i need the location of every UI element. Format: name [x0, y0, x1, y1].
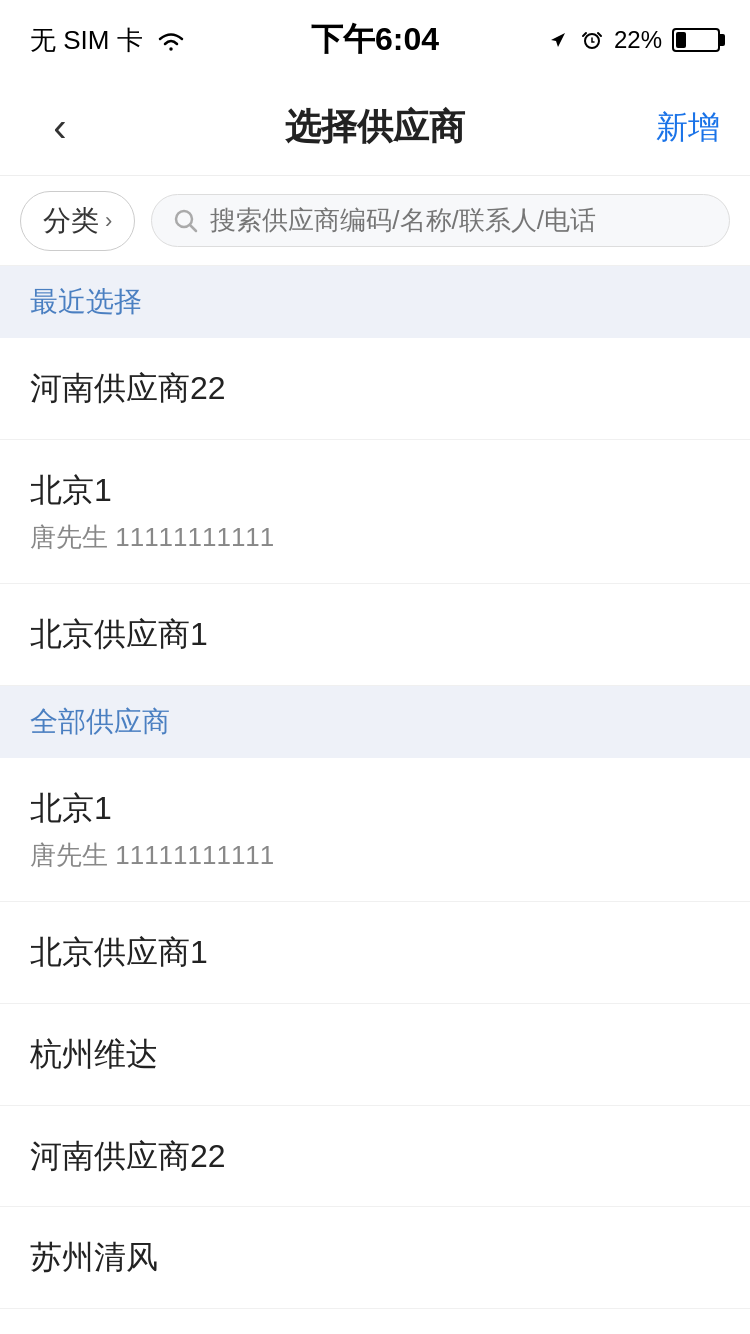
item-name: 杭州维达: [30, 1032, 720, 1077]
item-name: 北京1: [30, 468, 720, 513]
search-box[interactable]: [151, 194, 730, 247]
all-section-label: 全部供应商: [30, 703, 170, 741]
status-right: 22%: [546, 26, 720, 54]
item-name: 北京1: [30, 786, 720, 831]
recent-section-label: 最近选择: [30, 283, 142, 321]
wifi-icon: [153, 27, 189, 53]
search-icon: [172, 207, 200, 235]
list-item[interactable]: 苏州清风: [0, 1207, 750, 1309]
item-sub: 唐先生 11111111111: [30, 837, 720, 873]
list-item[interactable]: 河南供应商22: [0, 1106, 750, 1208]
filter-bar: 分类 ›: [0, 176, 750, 266]
item-name: 河南供应商22: [30, 1134, 720, 1179]
status-left: 无 SIM 卡: [30, 23, 189, 58]
location-icon: [546, 28, 570, 52]
all-section-header: 全部供应商: [0, 686, 750, 758]
battery-icon: [672, 28, 720, 52]
item-sub: 唐先生 11111111111: [30, 519, 720, 555]
recent-section-header: 最近选择: [0, 266, 750, 338]
battery-percent: 22%: [614, 26, 662, 54]
list-item[interactable]: 河南供应商22: [0, 338, 750, 440]
item-name: 苏州清风: [30, 1235, 720, 1280]
status-bar: 无 SIM 卡 下午6:04 22%: [0, 0, 750, 80]
list-item[interactable]: 北京供应商1: [0, 902, 750, 1004]
list-item[interactable]: 北京1 唐先生 11111111111: [0, 758, 750, 902]
list-item[interactable]: 杭州维达: [0, 1004, 750, 1106]
nav-bar: ‹ 选择供应商 新增: [0, 80, 750, 176]
back-button[interactable]: ‹: [30, 98, 90, 158]
alarm-icon: [580, 28, 604, 52]
chevron-right-icon: ›: [105, 208, 112, 234]
category-label: 分类: [43, 202, 99, 240]
item-name: 河南供应商22: [30, 366, 720, 411]
recent-items-list: 河南供应商22 北京1 唐先生 11111111111 北京供应商1: [0, 338, 750, 686]
status-time: 下午6:04: [311, 18, 439, 62]
search-input[interactable]: [210, 205, 709, 236]
add-button[interactable]: 新增: [656, 106, 720, 150]
list-item[interactable]: 北京供应商1: [0, 584, 750, 686]
item-name: 北京供应商1: [30, 612, 720, 657]
item-name: 北京供应商1: [30, 930, 720, 975]
list-item[interactable]: 北京1 唐先生 11111111111: [0, 440, 750, 584]
carrier-text: 无 SIM 卡: [30, 23, 143, 58]
category-button[interactable]: 分类 ›: [20, 191, 135, 251]
page-title: 选择供应商: [285, 103, 465, 152]
all-items-list: 北京1 唐先生 11111111111 北京供应商1 杭州维达河南供应商22 苏州清风: [0, 758, 750, 1309]
